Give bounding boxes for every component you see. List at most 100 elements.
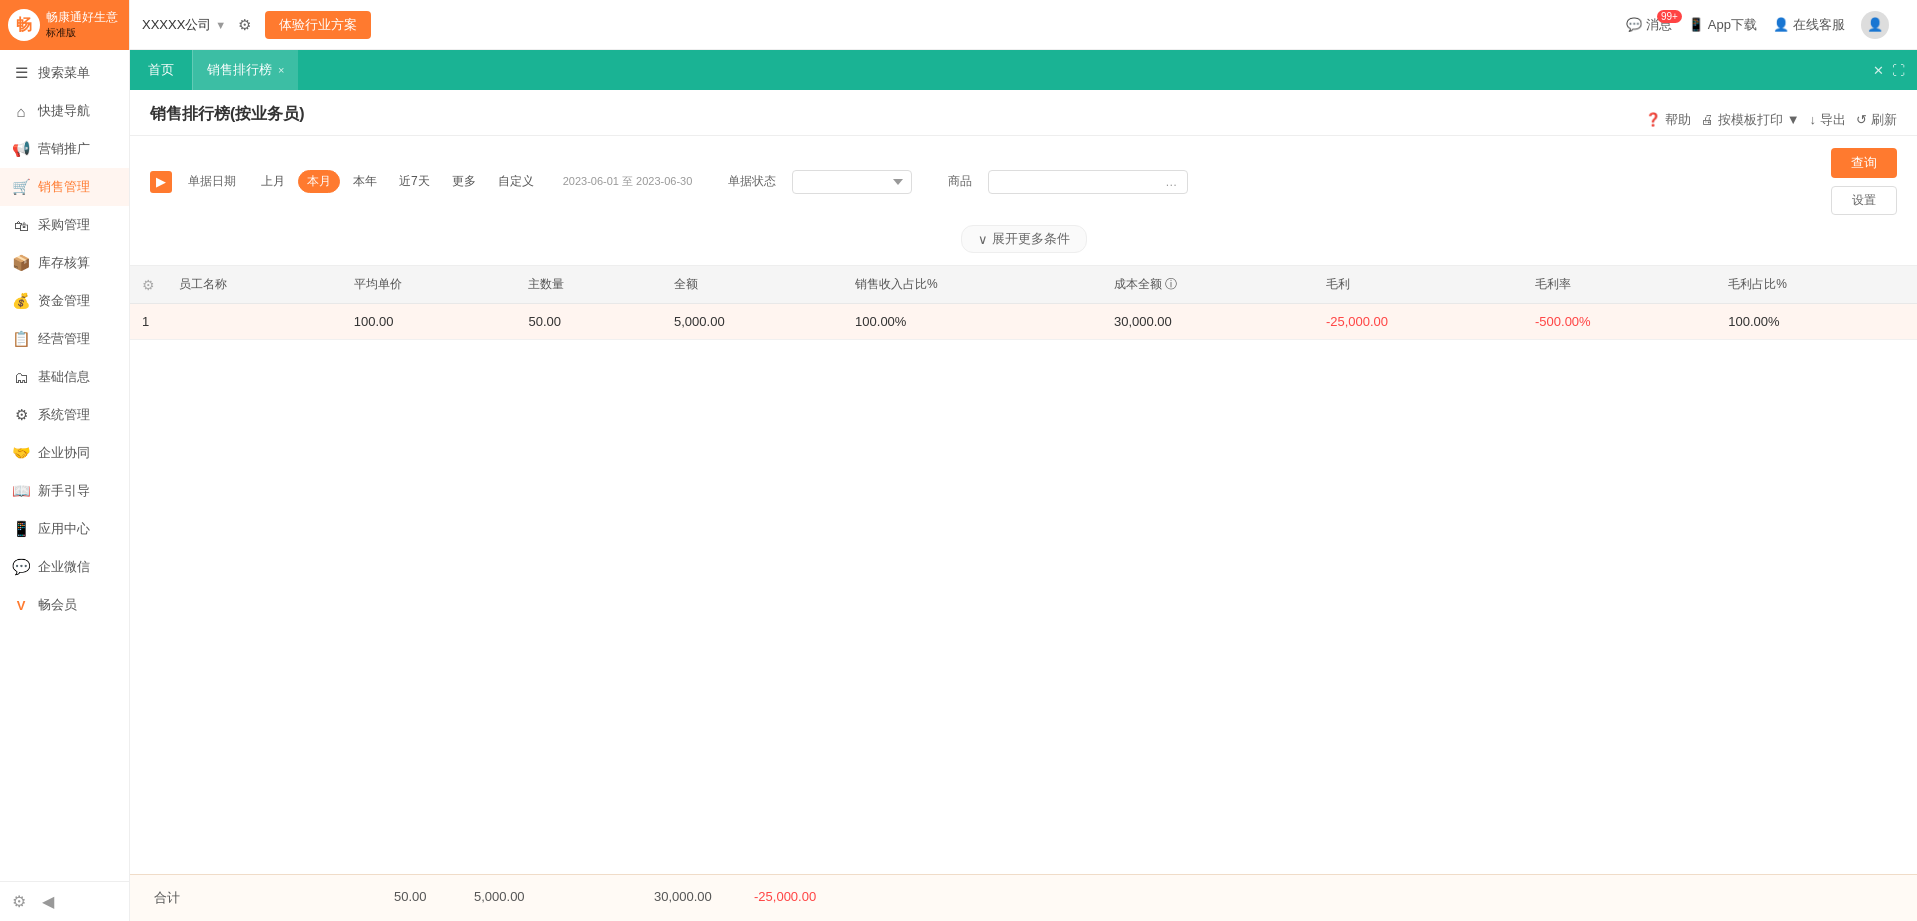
app-download-button[interactable]: 📱 App下载 — [1688, 16, 1757, 34]
page-header-actions: ❓ 帮助 🖨 按模板打印 ▼ ↓ 导出 ↺ 刷新 — [1645, 111, 1897, 129]
filter-row-1: ▶ 单据日期 上月 本月 本年 近7天 更多 自定义 2023-06-01 至 … — [150, 148, 1897, 215]
refresh-button[interactable]: ↺ 刷新 — [1856, 111, 1897, 129]
logo-icon: 畅 — [8, 9, 40, 41]
help-button[interactable]: ❓ 帮助 — [1645, 111, 1691, 129]
inventory-icon: 📦 — [12, 254, 30, 272]
sidebar-item-inventory[interactable]: 📦 库存核算 — [0, 244, 129, 282]
message-button[interactable]: 💬 消息 99+ — [1626, 16, 1672, 34]
export-icon: ↓ — [1810, 112, 1817, 127]
footer-main-qty: 50.00 — [382, 885, 462, 911]
settings-bottom-icon[interactable]: ⚙ — [12, 892, 26, 911]
sidebar-item-member[interactable]: V 畅会员 — [0, 586, 129, 624]
sidebar-item-finance[interactable]: 💰 资金管理 — [0, 282, 129, 320]
footer-total: 5,000.00 — [462, 885, 542, 911]
sidebar-item-marketing-label: 营销推广 — [38, 140, 90, 158]
sidebar-item-purchase[interactable]: 🛍 采购管理 — [0, 206, 129, 244]
filter-expand-arrow[interactable]: ▶ — [150, 171, 172, 193]
current-month-btn[interactable]: 本月 — [298, 170, 340, 193]
td-avg-price: 100.00 — [342, 304, 517, 340]
expand-more-btn[interactable]: ∨ 展开更多条件 — [961, 225, 1087, 253]
online-service-button[interactable]: 👤 在线客服 — [1773, 16, 1845, 34]
tab-sales-ranking[interactable]: 销售排行榜 × — [192, 50, 298, 90]
tab-home[interactable]: 首页 — [130, 50, 192, 90]
avatar[interactable]: 👤 — [1861, 11, 1889, 39]
sidebar-item-wechat-label: 企业微信 — [38, 558, 90, 576]
td-rank: 1 — [130, 304, 167, 340]
company-name: XXXXX公司 — [142, 16, 211, 34]
footer-sales-pct — [542, 885, 642, 911]
custom-btn[interactable]: 自定义 — [489, 170, 543, 193]
more-btn[interactable]: 更多 — [443, 170, 485, 193]
sidebar-item-marketing[interactable]: 📢 营销推广 — [0, 130, 129, 168]
last-month-btn[interactable]: 上月 — [252, 170, 294, 193]
status-filter-label: 单据状态 — [728, 173, 776, 190]
window-close-icon[interactable]: ✕ — [1873, 63, 1884, 78]
sidebar-item-operation[interactable]: 📋 经营管理 — [0, 320, 129, 358]
th-gross: 毛利 — [1314, 266, 1523, 304]
date-range-display: 2023-06-01 至 2023-06-30 — [563, 174, 693, 189]
current-year-btn[interactable]: 本年 — [344, 170, 386, 193]
footer-avg-price — [302, 885, 382, 911]
finance-icon: 💰 — [12, 292, 30, 310]
settings-button[interactable]: 设置 — [1831, 186, 1897, 215]
app-download-label: App下载 — [1708, 16, 1757, 34]
th-avg-price: 平均单价 — [342, 266, 517, 304]
filter-actions: 查询 设置 — [1831, 148, 1897, 215]
tab-close-icon[interactable]: × — [278, 64, 284, 76]
sidebar-item-member-label: 畅会员 — [38, 596, 77, 614]
tabbar: 首页 销售排行榜 × ✕ ⛶ — [130, 50, 1917, 90]
topbar-settings-icon[interactable]: ⚙ — [238, 16, 251, 34]
sidebar-item-search[interactable]: ☰ 搜索菜单 — [0, 54, 129, 92]
status-select-wrapper — [792, 170, 912, 194]
window-controls: ✕ ⛶ — [1861, 63, 1917, 78]
sidebar-item-app[interactable]: 📱 应用中心 — [0, 510, 129, 548]
column-settings-icon[interactable]: ⚙ — [142, 277, 155, 293]
message-badge: 99+ — [1657, 10, 1682, 23]
sidebar-item-app-label: 应用中心 — [38, 520, 90, 538]
export-button[interactable]: ↓ 导出 — [1810, 111, 1847, 129]
sidebar-item-basic-label: 基础信息 — [38, 368, 90, 386]
sidebar-item-sales[interactable]: 🛒 销售管理 — [0, 168, 129, 206]
goods-selector[interactable]: … — [988, 170, 1188, 194]
td-cost-total: 30,000.00 — [1102, 304, 1314, 340]
sidebar-item-purchase-label: 采购管理 — [38, 216, 90, 234]
recent7-btn[interactable]: 近7天 — [390, 170, 439, 193]
goods-filter-label: 商品 — [948, 173, 972, 190]
window-maximize-icon[interactable]: ⛶ — [1892, 63, 1905, 78]
sidebar-item-wechat[interactable]: 💬 企业微信 — [0, 548, 129, 586]
tab-sales-ranking-label: 销售排行榜 — [207, 61, 272, 79]
print-chevron-icon: ▼ — [1787, 112, 1800, 127]
chevron-down-expand-icon: ∨ — [978, 232, 988, 247]
company-selector[interactable]: XXXXX公司 ▼ — [142, 16, 226, 34]
trial-button[interactable]: 体验行业方案 — [265, 11, 371, 39]
th-employee-name: 员工名称 — [167, 266, 342, 304]
sidebar-item-collab[interactable]: 🤝 企业协同 — [0, 434, 129, 472]
sidebar-item-shortcut-label: 快捷导航 — [38, 102, 90, 120]
marketing-icon: 📢 — [12, 140, 30, 158]
sidebar-item-shortcut[interactable]: ⌂ 快捷导航 — [0, 92, 129, 130]
sidebar: 畅 畅康通好生意 标准版 ☰ 搜索菜单 ⌂ 快捷导航 📢 营销推广 🛒 销售管理… — [0, 0, 130, 921]
th-total: 全额 — [662, 266, 843, 304]
main: XXXXX公司 ▼ ⚙ 体验行业方案 💬 消息 99+ 📱 App下载 👤 在线… — [130, 0, 1917, 921]
print-button[interactable]: 🖨 按模板打印 ▼ — [1701, 111, 1800, 129]
page-header: 销售排行榜(按业务员) ❓ 帮助 🖨 按模板打印 ▼ ↓ 导出 ↺ 刷新 — [130, 90, 1917, 136]
message-icon: 💬 — [1626, 17, 1642, 32]
topbar-right: 💬 消息 99+ 📱 App下载 👤 在线客服 👤 — [1626, 11, 1905, 39]
td-main-qty: 50.00 — [516, 304, 662, 340]
sidebar-item-system[interactable]: ⚙ 系统管理 — [0, 396, 129, 434]
data-table-container: ⚙ 员工名称 平均单价 主数量 全额 销售收入占比% 成本全额 ⓘ 毛利 毛利率… — [130, 266, 1917, 874]
basic-icon: 🗂 — [12, 369, 30, 386]
topbar: XXXXX公司 ▼ ⚙ 体验行业方案 💬 消息 99+ 📱 App下载 👤 在线… — [130, 0, 1917, 50]
collapse-icon[interactable]: ◀ — [42, 892, 54, 911]
date-filter-label: 单据日期 — [188, 173, 236, 190]
query-button[interactable]: 查询 — [1831, 148, 1897, 178]
sidebar-item-basic[interactable]: 🗂 基础信息 — [0, 358, 129, 396]
sidebar-item-system-label: 系统管理 — [38, 406, 90, 424]
sidebar-item-guide[interactable]: 📖 新手引导 — [0, 472, 129, 510]
refresh-icon: ↺ — [1856, 112, 1867, 127]
td-total: 5,000.00 — [662, 304, 843, 340]
th-settings: ⚙ — [130, 266, 167, 304]
sidebar-item-search-label: 搜索菜单 — [38, 64, 90, 82]
status-select[interactable] — [792, 170, 912, 194]
wechat-icon: 💬 — [12, 558, 30, 576]
